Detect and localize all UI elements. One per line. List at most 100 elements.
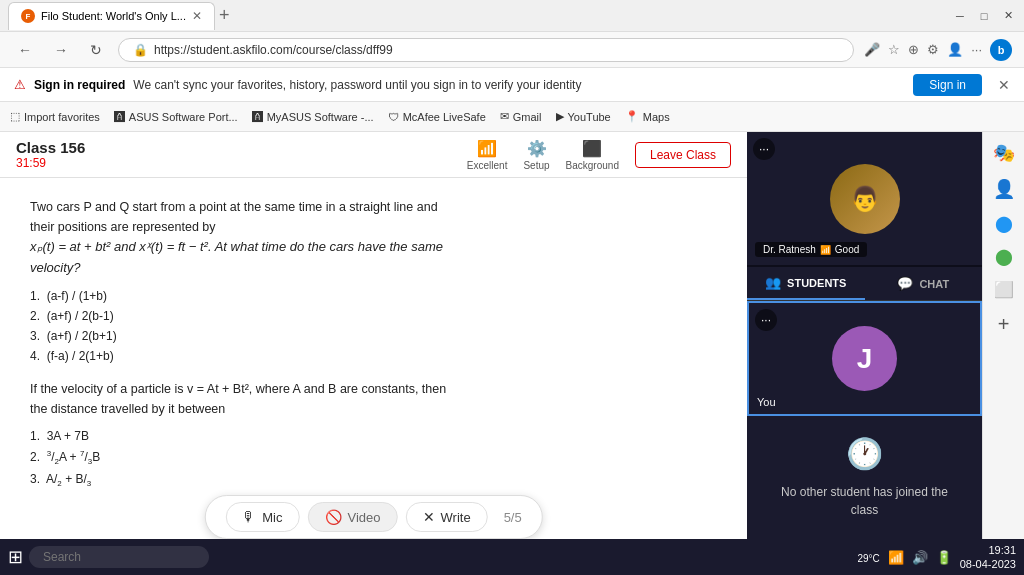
favorites-bar: ⬚ Import favorites 🅰 ASUS Software Port.… — [0, 102, 1024, 132]
side-icon-1[interactable]: 🎭 — [993, 142, 1015, 164]
side-icon-4[interactable]: ⬤ — [995, 247, 1013, 266]
option1-3: 3. (a+f) / 2(b+1) — [30, 329, 447, 343]
chat-icon: 💬 — [897, 276, 913, 291]
write-icon: ✕ — [423, 509, 435, 525]
temp-label: 29°C — [857, 553, 879, 564]
back-button[interactable]: ← — [12, 40, 38, 60]
panel-tabs: 👥 STUDENTS 💬 CHAT — [747, 267, 982, 301]
taskbar-weather: 29°C — [857, 550, 879, 565]
add-icon[interactable]: + — [998, 313, 1010, 336]
gmail-icon: ✉ — [500, 110, 509, 123]
fav-asus-label: ASUS Software Port... — [129, 111, 238, 123]
forward-button[interactable]: → — [48, 40, 74, 60]
edge-icon: b — [990, 39, 1012, 61]
option1-1: 1. (a-f) / (1+b) — [30, 289, 447, 303]
taskbar-time: 19:31 08-04-2023 — [960, 543, 1016, 572]
app-container: Class 156 31:59 📶 Excellent ⚙️ Setup ⬛ B… — [0, 132, 1024, 539]
video-button[interactable]: 🚫 Video — [308, 502, 398, 532]
signin-required-label: Sign in required — [34, 78, 125, 92]
side-icon-5[interactable]: ⬜ — [994, 280, 1014, 299]
time-display: 19:31 — [960, 543, 1016, 557]
write-button[interactable]: ✕ Write — [406, 502, 488, 532]
fav-import[interactable]: ⬚ Import favorites — [10, 110, 100, 123]
url-text: https://student.askfilo.com/course/class… — [154, 43, 393, 57]
students-icon: 👥 — [765, 275, 781, 290]
student-avatar: J — [832, 326, 897, 391]
fav-maps[interactable]: 📍 Maps — [625, 110, 670, 123]
excellent-button[interactable]: 📶 Excellent — [467, 139, 508, 171]
fav-maps-label: Maps — [643, 111, 670, 123]
more-icon[interactable]: ··· — [971, 42, 982, 57]
restore-button[interactable]: □ — [976, 8, 992, 24]
students-tab-label: STUDENTS — [787, 277, 846, 289]
options2-list: 1. 3A + 7B 2. 3/2A + 7/3B 3. A/2 + B/3 4… — [30, 429, 447, 489]
taskbar-volume[interactable]: 🔊 — [912, 550, 928, 565]
leave-class-button[interactable]: Leave Class — [635, 142, 731, 168]
address-bar-icons: 🎤 ☆ ⊕ ⚙ 👤 ··· b — [864, 39, 1012, 61]
active-tab[interactable]: F Filo Student: World's Only L... ✕ — [8, 2, 215, 30]
mic-label: Mic — [262, 510, 282, 525]
class-timer: 31:59 — [16, 156, 467, 170]
favorites-icon[interactable]: ☆ — [888, 42, 900, 57]
tab-bar: F Filo Student: World's Only L... ✕ + — [8, 2, 944, 30]
fav-import-label: Import favorites — [24, 111, 100, 123]
tab-favicon: F — [21, 9, 35, 23]
date-display: 08-04-2023 — [960, 557, 1016, 571]
close-button[interactable]: ✕ — [1000, 8, 1016, 24]
fav-myasus[interactable]: 🅰 MyASUS Software -... — [252, 111, 374, 123]
url-bar[interactable]: 🔒 https://student.askfilo.com/course/cla… — [118, 38, 854, 62]
lock-icon: 🔒 — [133, 43, 148, 57]
taskbar-battery[interactable]: 🔋 — [936, 550, 952, 565]
header-actions: 📶 Excellent ⚙️ Setup ⬛ Background Leave … — [467, 139, 731, 171]
settings-icon[interactable]: ⚙ — [927, 42, 939, 57]
address-bar: ← → ↻ 🔒 https://student.askfilo.com/cour… — [0, 32, 1024, 68]
teacher-avatar: 👨 — [830, 164, 900, 234]
side-icon-3[interactable]: ⬤ — [995, 214, 1013, 233]
student-video: ··· J You — [747, 301, 982, 416]
page-indicator: 5/5 — [504, 510, 522, 525]
content-wrapper: Class 156 31:59 📶 Excellent ⚙️ Setup ⬛ B… — [0, 132, 747, 539]
tab-close-button[interactable]: ✕ — [192, 9, 202, 23]
signin-button[interactable]: Sign in — [913, 74, 982, 96]
start-button[interactable]: ⊞ — [8, 546, 23, 568]
equation-text: xₚ(t) = at + bt² and xᵡ(t) = ft − t². At… — [30, 239, 443, 275]
excellent-label: Excellent — [467, 160, 508, 171]
mic-icon: 🎙 — [242, 509, 256, 525]
fav-asus[interactable]: 🅰 ASUS Software Port... — [114, 111, 238, 123]
chat-tab-label: CHAT — [919, 278, 949, 290]
you-label: You — [757, 396, 776, 408]
math-content: Two cars P and Q start from a point at t… — [0, 182, 477, 489]
fav-youtube-label: YouTube — [568, 111, 611, 123]
student-more-button[interactable]: ··· — [755, 309, 777, 331]
minimize-button[interactable]: ─ — [952, 8, 968, 24]
voice-search-icon[interactable]: 🎤 — [864, 42, 880, 57]
taskbar-wifi[interactable]: 📶 — [888, 550, 904, 565]
no-student-text: No other student has joined the class — [767, 483, 962, 519]
taskbar: ⊞ 29°C 📶 🔊 🔋 19:31 08-04-2023 — [0, 539, 1024, 575]
fav-youtube[interactable]: ▶ YouTube — [556, 110, 611, 123]
tab-chat[interactable]: 💬 CHAT — [865, 267, 983, 300]
fav-mcafee[interactable]: 🛡 McAfee LiveSafe — [388, 111, 486, 123]
import-icon: ⬚ — [10, 110, 20, 123]
youtube-icon: ▶ — [556, 110, 564, 123]
background-icon: ⬛ — [582, 139, 602, 158]
background-label: Background — [566, 160, 619, 171]
side-icon-2[interactable]: 👤 — [993, 178, 1015, 200]
taskbar-search-input[interactable] — [29, 546, 209, 568]
asus-icon: 🅰 — [114, 111, 125, 123]
option1-2: 2. (a+f) / 2(b-1) — [30, 309, 447, 323]
profile-icon[interactable]: 👤 — [947, 42, 963, 57]
background-button[interactable]: ⬛ Background — [566, 139, 619, 171]
collections-icon[interactable]: ⊕ — [908, 42, 919, 57]
fav-gmail[interactable]: ✉ Gmail — [500, 110, 542, 123]
mic-button[interactable]: 🎙 Mic — [225, 502, 299, 532]
new-tab-button[interactable]: + — [219, 5, 230, 26]
options1-list: 1. (a-f) / (1+b) 2. (a+f) / 2(b-1) 3. (a… — [30, 289, 447, 363]
refresh-button[interactable]: ↻ — [84, 40, 108, 60]
wifi-icon: 📶 — [820, 245, 831, 255]
teacher-more-button[interactable]: ··· — [753, 138, 775, 160]
tab-students[interactable]: 👥 STUDENTS — [747, 267, 865, 300]
signin-message: We can't sync your favorites, history, p… — [133, 78, 581, 92]
signin-bar-close-button[interactable]: ✕ — [998, 77, 1010, 93]
setup-button[interactable]: ⚙️ Setup — [523, 139, 549, 171]
